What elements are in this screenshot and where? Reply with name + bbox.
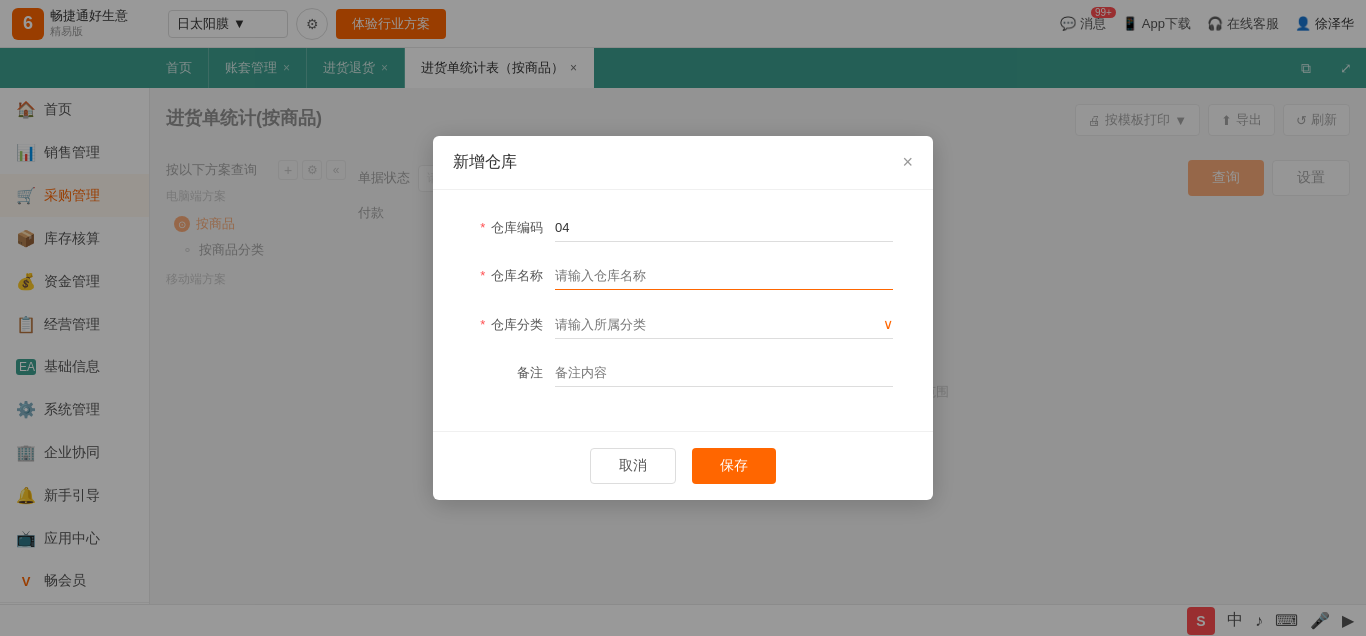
save-button[interactable]: 保存	[692, 448, 776, 484]
warehouse-code-input[interactable]	[555, 214, 893, 242]
category-dropdown-icon: ∨	[883, 316, 893, 332]
warehouse-category-label: * 仓库分类	[473, 316, 543, 334]
warehouse-category-select[interactable]: ∨	[555, 310, 893, 339]
warehouse-code-row: * 仓库编码	[473, 214, 893, 242]
warehouse-code-label: * 仓库编码	[473, 219, 543, 237]
modal-close-button[interactable]: ×	[902, 152, 913, 173]
cancel-button[interactable]: 取消	[590, 448, 676, 484]
modal-footer: 取消 保存	[433, 431, 933, 500]
warehouse-category-row: * 仓库分类 ∨	[473, 310, 893, 339]
warehouse-category-input[interactable]	[555, 317, 883, 332]
modal-header: 新增仓库 ×	[433, 136, 933, 190]
warehouse-note-input[interactable]	[555, 359, 893, 387]
modal-title: 新增仓库	[453, 152, 517, 173]
new-warehouse-modal: 新增仓库 × * 仓库编码 * 仓库名称	[433, 136, 933, 500]
warehouse-name-row: * 仓库名称	[473, 262, 893, 290]
modal-body: * 仓库编码 * 仓库名称 * 仓库分类	[433, 190, 933, 431]
warehouse-name-input[interactable]	[555, 262, 893, 290]
warehouse-note-row: 备注	[473, 359, 893, 387]
warehouse-name-label: * 仓库名称	[473, 267, 543, 285]
warehouse-note-label: 备注	[473, 364, 543, 382]
modal-overlay: 新增仓库 × * 仓库编码 * 仓库名称	[0, 0, 1366, 636]
